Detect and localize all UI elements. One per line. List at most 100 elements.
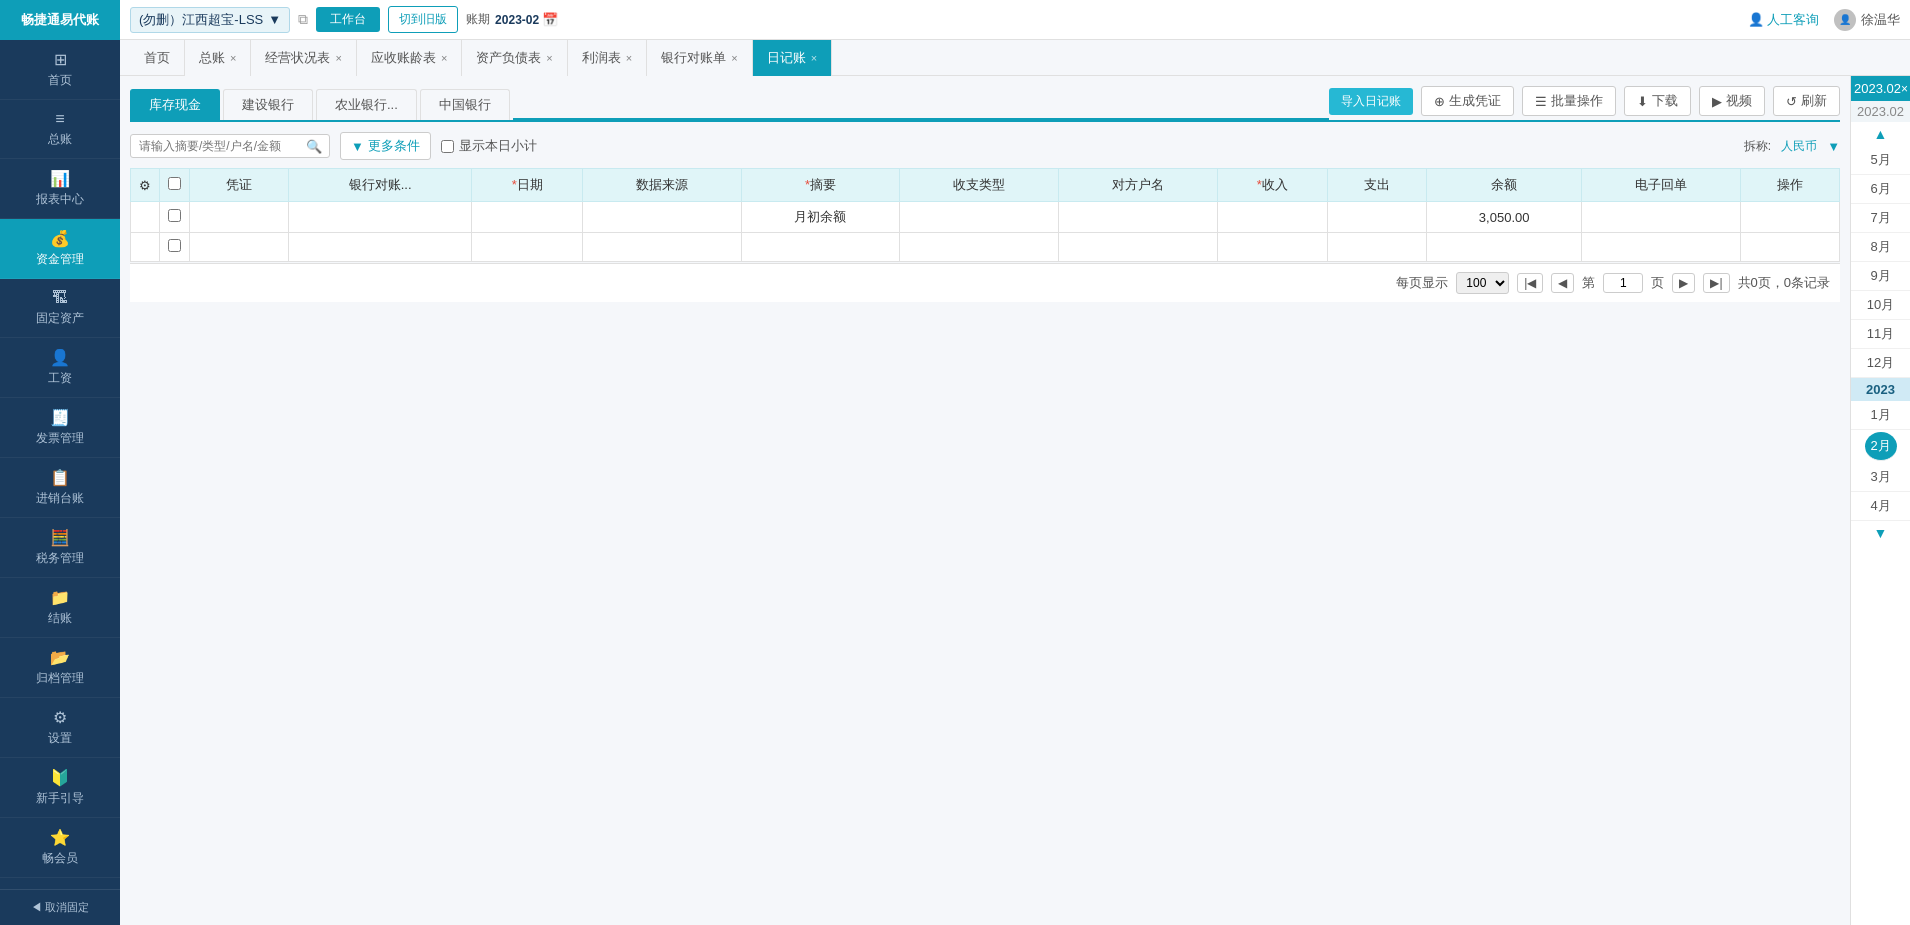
col-counterpart: 对方户名 (1058, 169, 1217, 202)
date-month-5[interactable]: 5月 (1851, 146, 1910, 175)
filter-more-button[interactable]: ▼ 更多条件 (340, 132, 431, 160)
calendar-icon[interactable]: 📅 (542, 12, 558, 27)
cell-bank-2 (288, 233, 472, 262)
sub-tab-abc[interactable]: 农业银行... (316, 89, 417, 120)
cell-voucher-1 (190, 202, 289, 233)
tab-receivable[interactable]: 应收账龄表 × (357, 40, 462, 76)
tab-receivable-close[interactable]: × (441, 52, 447, 64)
company-selector[interactable]: (勿删）江西超宝-LSS ▼ (130, 7, 290, 33)
sidebar-item-ledger[interactable]: ≡ 总账 (0, 100, 120, 159)
import-button[interactable]: 导入日记账 (1329, 88, 1413, 115)
tax-icon: 🧮 (50, 528, 70, 547)
sidebar-item-report[interactable]: 📊 报表中心 (0, 159, 120, 219)
cell-action-2 (1741, 233, 1840, 262)
page-input[interactable] (1603, 273, 1643, 293)
sidebar-item-purchase-sale[interactable]: 📋 进销台账 (0, 458, 120, 518)
date-month-12[interactable]: 12月 (1851, 349, 1910, 378)
sidebar-item-member[interactable]: ⭐ 畅会员 (0, 818, 120, 878)
date-month-6[interactable]: 6月 (1851, 175, 1910, 204)
tab-bank-close[interactable]: × (731, 52, 737, 64)
per-page-select[interactable]: 100 (1456, 272, 1509, 294)
workbench-button[interactable]: 工作台 (316, 7, 380, 32)
show-daily-checkbox[interactable] (441, 140, 454, 153)
first-page-button[interactable]: |◀ (1517, 273, 1543, 293)
user-avatar: 👤 (1834, 9, 1856, 31)
tab-business-close[interactable]: × (335, 52, 341, 64)
cell-checkbox-1[interactable] (160, 202, 190, 233)
tab-assets-close[interactable]: × (546, 52, 552, 64)
sidebar-item-fixed[interactable]: 🏗 固定资产 (0, 279, 120, 338)
sidebar-item-archive[interactable]: 📂 归档管理 (0, 638, 120, 698)
sub-tab-abc-label: 农业银行... (335, 97, 398, 112)
cell-income-type-1 (900, 202, 1059, 233)
date-month-10[interactable]: 10月 (1851, 291, 1910, 320)
col-settings[interactable]: ⚙ (131, 169, 160, 202)
select-all-checkbox[interactable] (168, 177, 181, 190)
date-month-2023-4[interactable]: 4月 (1851, 492, 1910, 521)
invoice-icon: 🧾 (50, 408, 70, 427)
last-page-button[interactable]: ▶| (1703, 273, 1729, 293)
tab-ledger[interactable]: 总账 × (185, 40, 251, 76)
consultant-button[interactable]: 👤 人工客询 (1748, 11, 1819, 29)
tab-ledger-close[interactable]: × (230, 52, 236, 64)
next-page-button[interactable]: ▶ (1672, 273, 1695, 293)
sub-tab-boc-label: 中国银行 (439, 97, 491, 112)
old-version-button[interactable]: 切到旧版 (388, 6, 458, 33)
table-row (131, 233, 1840, 262)
tab-business[interactable]: 经营状况表 × (251, 40, 356, 76)
topbar-right: 👤 人工客询 👤 徐温华 (1748, 9, 1900, 31)
date-month-11[interactable]: 11月 (1851, 320, 1910, 349)
tab-journal[interactable]: 日记账 × (753, 40, 832, 76)
date-month-9[interactable]: 9月 (1851, 262, 1910, 291)
date-panel-scroll-down[interactable]: ▼ (1851, 521, 1910, 545)
sidebar-item-checkout[interactable]: 📁 结账 (0, 578, 120, 638)
date-month-2023-2[interactable]: 2月 (1865, 432, 1897, 461)
sidebar-item-home[interactable]: ⊞ 首页 (0, 40, 120, 100)
sub-tab-boc[interactable]: 中国银行 (420, 89, 510, 120)
ledger-icon: ≡ (55, 110, 64, 128)
user-menu[interactable]: 👤 徐温华 (1834, 9, 1900, 31)
search-icon[interactable]: 🔍 (306, 139, 322, 154)
search-input[interactable] (130, 134, 330, 158)
payroll-icon: 👤 (50, 348, 70, 367)
date-panel-scroll-up[interactable]: ▲ (1851, 122, 1910, 146)
batch-button[interactable]: ☰ 批量操作 (1522, 86, 1616, 116)
tab-profit-close[interactable]: × (626, 52, 632, 64)
sidebar-item-settings[interactable]: ⚙ 设置 (0, 698, 120, 758)
sidebar-unpin[interactable]: ◀ 取消固定 (0, 889, 120, 925)
sidebar-label-checkout: 结账 (48, 610, 72, 627)
download-button[interactable]: ⬇ 下载 (1624, 86, 1691, 116)
show-daily-label[interactable]: 显示本日小计 (441, 137, 537, 155)
currency-value[interactable]: 人民币 (1781, 138, 1817, 155)
col-checkbox[interactable] (160, 169, 190, 202)
cell-date-2 (472, 233, 583, 262)
tab-home[interactable]: 首页 (130, 40, 185, 76)
date-panel-close[interactable]: × (1901, 82, 1908, 96)
sidebar-item-invoice[interactable]: 🧾 发票管理 (0, 398, 120, 458)
tab-journal-close[interactable]: × (811, 52, 817, 64)
sub-tab-ccb[interactable]: 建设银行 (223, 89, 313, 120)
cell-checkbox-2[interactable] (160, 233, 190, 262)
tab-bank[interactable]: 银行对账单 × (647, 40, 752, 76)
tab-assets[interactable]: 资产负债表 × (462, 40, 567, 76)
sidebar-item-payroll[interactable]: 👤 工资 (0, 338, 120, 398)
date-month-7[interactable]: 7月 (1851, 204, 1910, 233)
tab-receivable-label: 应收账龄表 (371, 49, 436, 67)
sidebar-item-tax[interactable]: 🧮 税务管理 (0, 518, 120, 578)
refresh-button[interactable]: ↺ 刷新 (1773, 86, 1840, 116)
archive-icon: 📂 (50, 648, 70, 667)
table-footer: 每页显示 100 |◀ ◀ 第 页 ▶ ▶| 共0页，0条记录 (130, 263, 1840, 302)
tab-profit[interactable]: 利润表 × (568, 40, 647, 76)
total-label: 共0页，0条记录 (1738, 274, 1830, 292)
sidebar-item-capital[interactable]: 💰 资金管理 (0, 219, 120, 279)
generate-button[interactable]: ⊕ 生成凭证 (1421, 86, 1514, 116)
sub-tab-cash[interactable]: 库存现金 (130, 89, 220, 120)
video-button[interactable]: ▶ 视频 (1699, 86, 1765, 116)
tab-profit-label: 利润表 (582, 49, 621, 67)
date-month-8[interactable]: 8月 (1851, 233, 1910, 262)
sidebar-item-guide[interactable]: 🔰 新手引导 (0, 758, 120, 818)
date-month-2023-1[interactable]: 1月 (1851, 401, 1910, 430)
date-month-2023-3[interactable]: 3月 (1851, 463, 1910, 492)
tabbar: 首页 总账 × 经营状况表 × 应收账龄表 × 资产负债表 × 利润表 × 银行… (120, 40, 1910, 76)
prev-page-button[interactable]: ◀ (1551, 273, 1574, 293)
